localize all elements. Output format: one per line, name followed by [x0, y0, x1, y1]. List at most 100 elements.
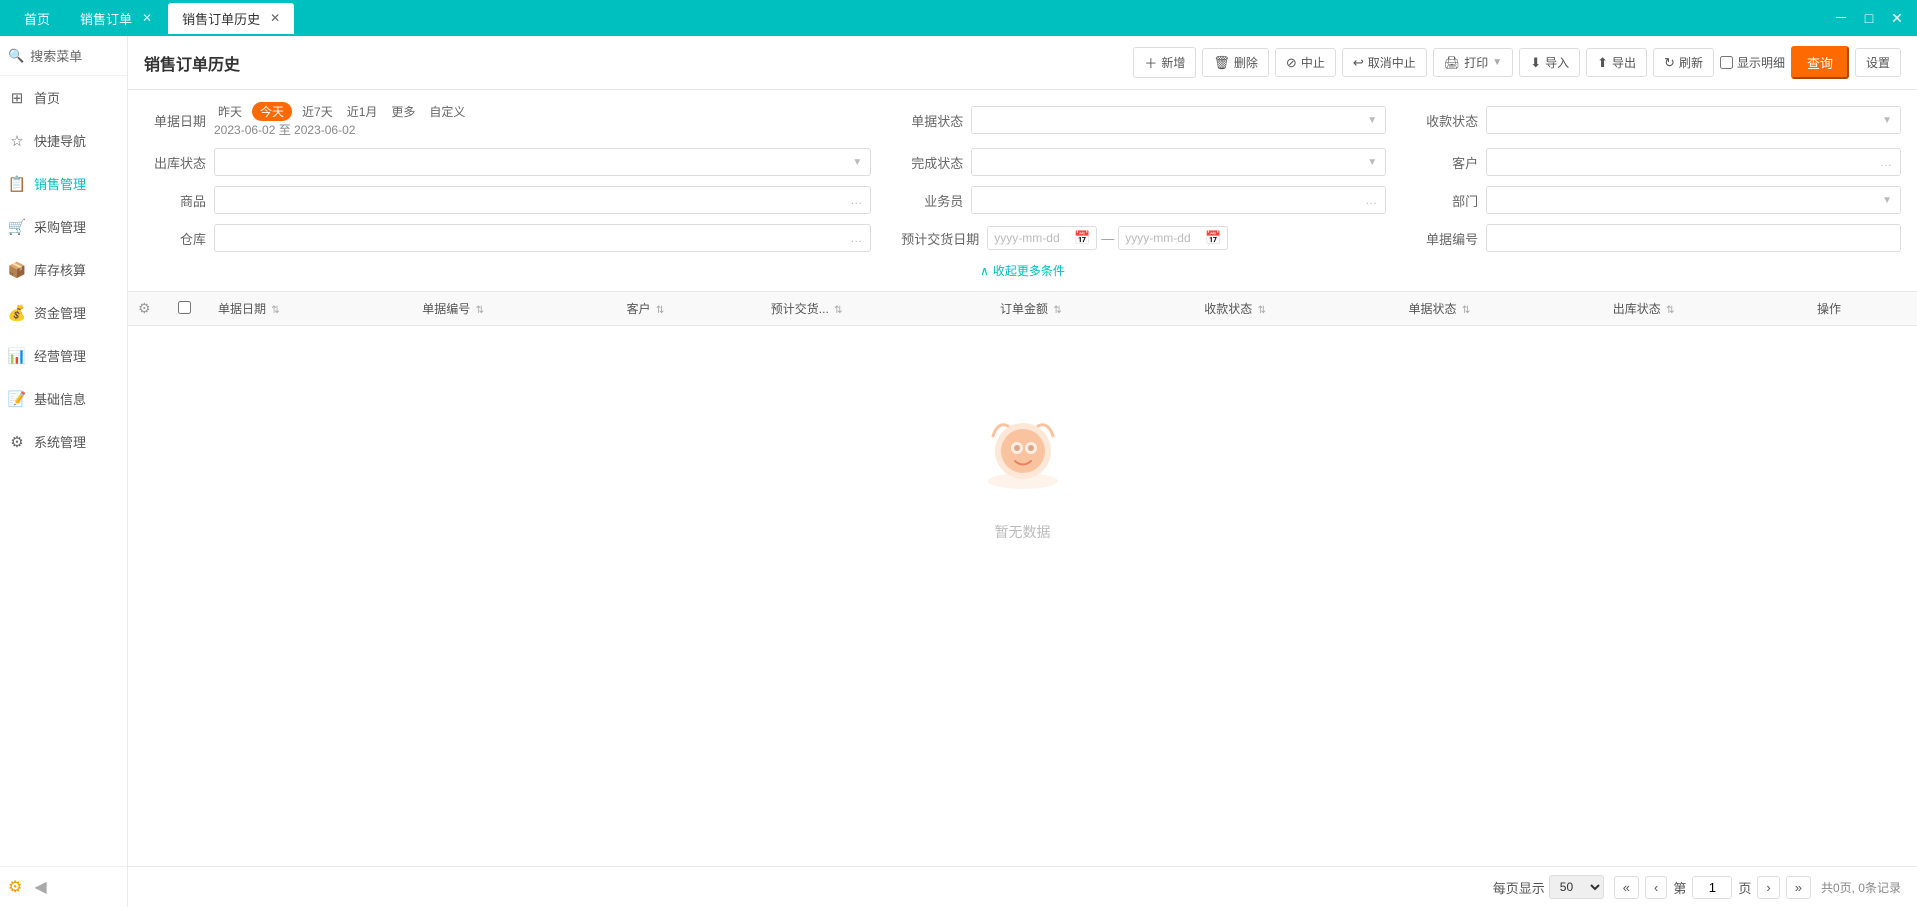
refresh-label: 刷新: [1679, 54, 1703, 71]
sidebar-item-operations[interactable]: 📊 经营管理: [0, 334, 127, 377]
date-more[interactable]: 更多: [387, 103, 419, 120]
collapse-button[interactable]: ∧ 收起更多条件: [144, 262, 1901, 279]
col-customer-label: 客户: [627, 302, 651, 316]
sidebar-item-quick-nav[interactable]: ☆ 快捷导航: [0, 119, 127, 162]
page-label: 第: [1673, 878, 1686, 897]
tab-sales-history-close[interactable]: ✕: [270, 11, 280, 25]
table-settings-icon[interactable]: ⚙: [138, 300, 151, 316]
page-suffix: 页: [1738, 878, 1751, 897]
sidebar-item-inventory[interactable]: 📦 库存核算: [0, 248, 127, 291]
outbound-select[interactable]: ▼: [214, 148, 871, 176]
delivery-date-label: 预计交货日期: [901, 229, 987, 248]
display-toggle-checkbox[interactable]: [1720, 56, 1733, 69]
department-select[interactable]: ▼: [1486, 186, 1901, 214]
sidebar-item-system[interactable]: ⚙ 系统管理: [0, 420, 127, 463]
product-input[interactable]: …: [214, 186, 871, 214]
next-page-button[interactable]: ›: [1757, 876, 1779, 899]
table-checkbox-col: [168, 292, 208, 326]
settings-button[interactable]: 设置: [1855, 48, 1901, 77]
date-1month[interactable]: 近1月: [343, 103, 382, 120]
toolbar: ＋ 新增 🗑 删除 ⊘ 中止 ↩ 取消中止 🖨 打印: [1133, 46, 1901, 79]
doc-status-select[interactable]: ▼: [971, 106, 1386, 134]
table-footer: 每页显示 10 20 50 100 « ‹ 第 页 › » 共0页, 0条记录: [128, 866, 1917, 907]
col-delivery: 预计交货... ⇅: [761, 292, 990, 326]
col-status-sort[interactable]: ⇅: [1462, 305, 1470, 316]
complete-chevron: ▼: [1367, 157, 1377, 168]
table-settings-col[interactable]: ⚙: [128, 292, 168, 326]
col-payment-sort[interactable]: ⇅: [1258, 305, 1266, 316]
tab-sales-order[interactable]: 销售订单 ✕: [66, 3, 166, 34]
date-dash: —: [1101, 231, 1114, 246]
col-outbound-label: 出库状态: [1613, 302, 1661, 316]
col-date-label: 单据日期: [218, 302, 266, 316]
department-label: 部门: [1416, 191, 1486, 210]
close-button[interactable]: ✕: [1887, 10, 1907, 27]
sidebar-item-sales[interactable]: 📋 销售管理: [0, 162, 127, 205]
last-page-button[interactable]: »: [1786, 876, 1811, 899]
sidebar-item-basic-info[interactable]: 📝 基础信息: [0, 377, 127, 420]
filter-area: 单据日期 昨天 今天 近7天 近1月 更多 自定义 2023-06-02 至 2…: [128, 90, 1917, 292]
first-page-button[interactable]: «: [1614, 876, 1639, 899]
date-label: 单据日期: [144, 111, 214, 130]
settings-bottom-icon[interactable]: ⚙: [8, 877, 22, 897]
sidebar-item-operations-label: 经营管理: [34, 346, 86, 365]
export-button[interactable]: ⬆ 导出: [1586, 48, 1647, 77]
tab-home-label: 首页: [24, 9, 50, 28]
tab-sales-order-close[interactable]: ✕: [142, 11, 152, 25]
per-page: 每页显示 10 20 50 100: [1493, 875, 1604, 899]
date-7days[interactable]: 近7天: [298, 103, 337, 120]
select-all-checkbox[interactable]: [178, 301, 191, 314]
data-table: ⚙ 单据日期 ⇅ 单据编号 ⇅: [128, 292, 1917, 622]
search-icon: 🔍: [8, 48, 24, 64]
date-yesterday[interactable]: 昨天: [214, 103, 246, 120]
col-date-sort[interactable]: ⇅: [271, 305, 279, 316]
stop-button[interactable]: ⊘ 中止: [1275, 48, 1336, 77]
cancel-stop-button[interactable]: ↩ 取消中止: [1342, 48, 1427, 77]
col-customer-sort[interactable]: ⇅: [656, 305, 664, 316]
new-button[interactable]: ＋ 新增: [1133, 47, 1196, 78]
col-outbound-sort[interactable]: ⇅: [1666, 305, 1674, 316]
collapse-sidebar-icon[interactable]: ◀: [34, 877, 46, 897]
delivery-date-start[interactable]: yyyy-mm-dd 📅: [987, 226, 1097, 250]
doc-number-input[interactable]: [1486, 224, 1901, 252]
customer-input[interactable]: …: [1486, 148, 1901, 176]
col-action: 操作: [1807, 292, 1917, 326]
col-delivery-sort[interactable]: ⇅: [834, 305, 842, 316]
prev-page-button[interactable]: ‹: [1645, 876, 1667, 899]
display-toggle: 显示明细: [1720, 54, 1785, 71]
payment-status-select[interactable]: ▼: [1486, 106, 1901, 134]
sidebar-search[interactable]: 🔍 搜索菜单: [0, 36, 127, 76]
filter-warehouse: 仓库 …: [144, 224, 871, 252]
filter-row-4: 仓库 … 预计交货日期 yyyy-mm-dd 📅 —: [144, 224, 1901, 252]
salesperson-input[interactable]: …: [971, 186, 1386, 214]
tab-sales-history[interactable]: 销售订单历史 ✕: [168, 3, 294, 34]
import-label: 导入: [1545, 54, 1569, 71]
refresh-button[interactable]: ↻ 刷新: [1653, 48, 1714, 77]
sidebar-item-basic-info-label: 基础信息: [34, 389, 86, 408]
salesperson-dots: …: [1365, 193, 1377, 207]
tab-home[interactable]: 首页: [10, 3, 64, 34]
col-customer: 客户 ⇅: [617, 292, 761, 326]
import-icon: ⬇: [1530, 55, 1541, 71]
sidebar-item-home[interactable]: ⊞ 首页: [0, 76, 127, 119]
col-amount-sort[interactable]: ⇅: [1053, 305, 1061, 316]
minimize-button[interactable]: －: [1831, 8, 1851, 28]
col-outbound: 出库状态 ⇅: [1603, 292, 1807, 326]
query-button[interactable]: 查询: [1791, 46, 1849, 79]
stop-label: 中止: [1301, 54, 1325, 71]
date-custom[interactable]: 自定义: [425, 103, 469, 120]
maximize-button[interactable]: □: [1859, 10, 1879, 26]
print-button[interactable]: 🖨 打印 ▼: [1433, 48, 1513, 77]
per-page-select[interactable]: 10 20 50 100: [1549, 875, 1604, 899]
delete-button[interactable]: 🗑 删除: [1202, 48, 1269, 77]
date-today[interactable]: 今天: [252, 102, 292, 121]
sidebar-item-finance[interactable]: 💰 资金管理: [0, 291, 127, 334]
delivery-date-end[interactable]: yyyy-mm-dd 📅: [1118, 226, 1228, 250]
complete-select[interactable]: ▼: [971, 148, 1386, 176]
import-button[interactable]: ⬇ 导入: [1519, 48, 1580, 77]
sidebar-item-purchase[interactable]: 🛒 采购管理: [0, 205, 127, 248]
page-input[interactable]: [1692, 876, 1732, 899]
warehouse-input[interactable]: …: [214, 224, 871, 252]
col-number-sort[interactable]: ⇅: [476, 305, 484, 316]
product-dots: …: [850, 193, 862, 207]
